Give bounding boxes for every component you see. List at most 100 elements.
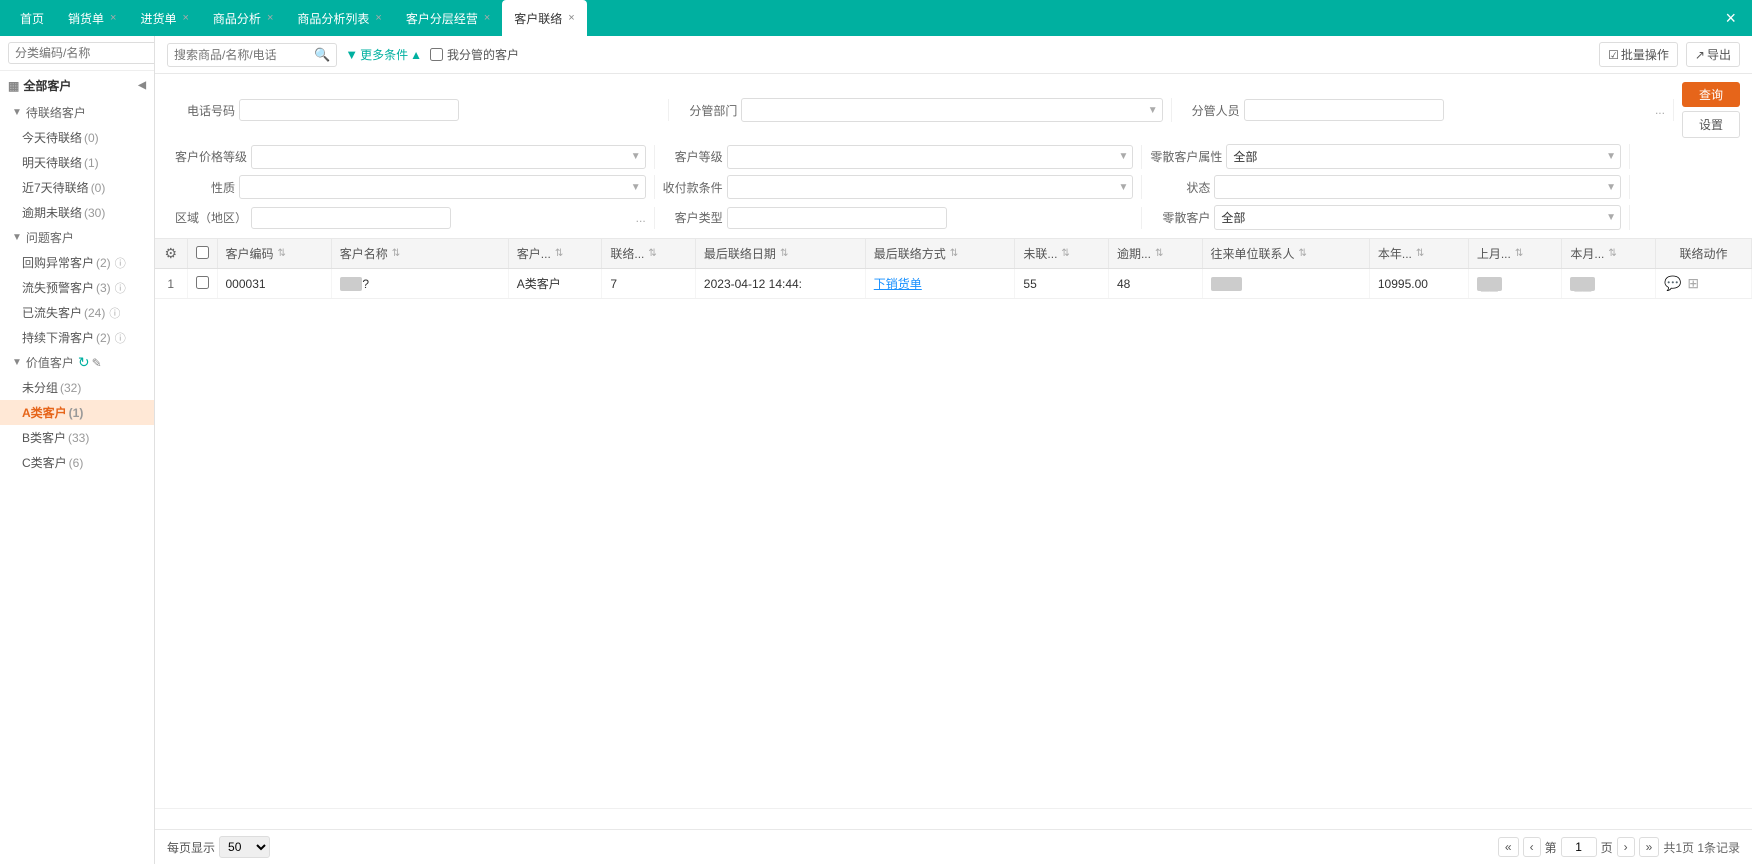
close-icon[interactable]: ×: [484, 12, 490, 24]
sidebar-item-declining[interactable]: 持续下滑客户(2)ⓘ: [0, 325, 154, 350]
sort-icon[interactable]: ⇅: [392, 248, 400, 259]
sort-icon[interactable]: ⇅: [1608, 248, 1616, 259]
th-overdue[interactable]: 逾期...⇅: [1108, 239, 1202, 269]
nav-product-analysis[interactable]: 商品分析 ×: [201, 0, 285, 36]
value-customers-group[interactable]: ▼ 价值客户 ↻ ✎: [0, 350, 154, 375]
th-contact-count[interactable]: 联络...⇅: [602, 239, 696, 269]
customer-level-select[interactable]: ▼: [727, 145, 1134, 169]
last-page-btn[interactable]: »: [1639, 837, 1660, 857]
close-icon[interactable]: ×: [182, 12, 188, 24]
close-icon[interactable]: ×: [568, 12, 574, 24]
customer-type-input[interactable]: [727, 207, 947, 229]
th-checkbox[interactable]: [187, 239, 217, 269]
sidebar-item-abnormal[interactable]: 回购异常客户(2)ⓘ: [0, 250, 154, 275]
nav-home[interactable]: 首页: [8, 0, 56, 36]
close-icon[interactable]: ×: [375, 12, 381, 24]
phone-input[interactable]: [239, 99, 459, 121]
sort-icon[interactable]: ⇅: [1515, 248, 1523, 259]
th-this-year[interactable]: 本年...⇅: [1369, 239, 1468, 269]
close-icon[interactable]: ×: [110, 12, 116, 24]
sidebar-item-today[interactable]: 今天待联络(0): [0, 125, 154, 150]
info-icon[interactable]: ⓘ: [115, 255, 126, 271]
th-last-date[interactable]: 最后联络日期⇅: [695, 239, 865, 269]
row-checkbox-cell[interactable]: [187, 269, 217, 299]
row-checkbox[interactable]: [196, 276, 209, 289]
nav-customer-contact[interactable]: 客户联络 ×: [502, 0, 586, 36]
close-icon[interactable]: ×: [267, 12, 273, 24]
sidebar-item-7days[interactable]: 近7天待联络(0): [0, 175, 154, 200]
next-page-btn[interactable]: ›: [1617, 837, 1635, 857]
nav-sales[interactable]: 销货单 ×: [56, 0, 128, 36]
select-all-checkbox[interactable]: [196, 246, 209, 259]
search-icon[interactable]: 🔍: [314, 47, 330, 63]
th-this-month[interactable]: 本月...⇅: [1562, 239, 1656, 269]
batch-op-btn[interactable]: ☑ 批量操作: [1599, 42, 1678, 67]
manager-input[interactable]: [1244, 99, 1444, 121]
sort-icon[interactable]: ⇅: [278, 248, 286, 259]
sidebar-item-churn-warning[interactable]: 流失预警客户(3)ⓘ: [0, 275, 154, 300]
edit-icon[interactable]: ✎: [92, 356, 102, 370]
sidebar-item-unclassified[interactable]: 未分组(32): [0, 375, 154, 400]
region-more-icon[interactable]: ...: [636, 211, 646, 225]
info-icon[interactable]: ⓘ: [115, 280, 126, 296]
sort-icon[interactable]: ⇅: [555, 248, 563, 259]
retail-attr-select[interactable]: 全部 ▼: [1226, 144, 1621, 169]
sidebar-item-tomorrow[interactable]: 明天待联络(1): [0, 150, 154, 175]
sort-icon[interactable]: ⇅: [1061, 248, 1069, 259]
horizontal-scrollbar[interactable]: [155, 808, 1752, 829]
problem-customers-group[interactable]: ▼ 问题客户: [0, 225, 154, 250]
my-customers-filter[interactable]: 我分管的客户: [430, 46, 519, 63]
th-last-method[interactable]: 最后联络方式⇅: [865, 239, 1015, 269]
sidebar-item-overdue[interactable]: 逾期未联络(30): [0, 200, 154, 225]
sidebar-search-input[interactable]: [8, 42, 155, 64]
collapse-icon[interactable]: ◀: [138, 80, 146, 91]
nav-product-analysis-list[interactable]: 商品分析列表 ×: [285, 0, 393, 36]
my-customers-checkbox[interactable]: [430, 48, 443, 61]
page-size-select[interactable]: 50 20 100: [219, 836, 270, 858]
th-gear[interactable]: ⚙: [155, 239, 187, 269]
more-filter-btn[interactable]: ▼ 更多条件 ▲: [345, 46, 422, 63]
th-code[interactable]: 客户编码⇅: [217, 239, 331, 269]
th-contacts[interactable]: 往来单位联系人⇅: [1202, 239, 1369, 269]
filter-search-input[interactable]: [174, 48, 314, 62]
th-type[interactable]: 客户...⇅: [508, 239, 602, 269]
region-input[interactable]: [251, 207, 451, 229]
more-options-icon[interactable]: ...: [1655, 103, 1665, 117]
sidebar-item-churned[interactable]: 已流失客户(24)ⓘ: [0, 300, 154, 325]
sort-icon[interactable]: ⇅: [780, 248, 788, 259]
sidebar-item-c-class[interactable]: C类客户(6): [0, 450, 154, 475]
retail-customer-select[interactable]: 全部 ▼: [1214, 205, 1621, 230]
sidebar-item-b-class[interactable]: B类客户(33): [0, 425, 154, 450]
page-input[interactable]: [1561, 837, 1597, 857]
customer-name[interactable]: Ea?: [331, 269, 508, 299]
first-page-btn[interactable]: «: [1498, 837, 1519, 857]
th-uncontacted[interactable]: 未联...⇅: [1015, 239, 1109, 269]
query-btn[interactable]: 查询: [1682, 82, 1740, 107]
nav-customer-segment[interactable]: 客户分层经营 ×: [394, 0, 502, 36]
th-name[interactable]: 客户名称⇅: [331, 239, 508, 269]
price-level-select[interactable]: ▼: [251, 145, 646, 169]
dept-select[interactable]: ▼: [741, 98, 1162, 122]
nav-purchase[interactable]: 进货单 ×: [128, 0, 200, 36]
info-icon[interactable]: ⓘ: [115, 330, 126, 346]
sort-icon[interactable]: ⇅: [1416, 248, 1424, 259]
sort-icon[interactable]: ⇅: [648, 248, 656, 259]
all-customers-header[interactable]: ▦ 全部客户 ◀: [0, 71, 154, 100]
export-btn[interactable]: ↗ 导出: [1686, 42, 1740, 67]
th-last-month[interactable]: 上月...⇅: [1468, 239, 1562, 269]
prev-page-btn[interactable]: ‹: [1523, 837, 1541, 857]
qr-icon[interactable]: ⊞: [1687, 275, 1699, 292]
sidebar-item-a-class[interactable]: A类客户(1): [0, 400, 154, 425]
status-select[interactable]: ▼: [1214, 175, 1621, 199]
last-contact-method[interactable]: 下销货单: [865, 269, 1015, 299]
sort-icon[interactable]: ⇅: [1299, 248, 1307, 259]
message-icon[interactable]: 💬: [1664, 275, 1681, 292]
gear-icon[interactable]: ⚙: [164, 245, 177, 261]
info-icon[interactable]: ⓘ: [109, 305, 120, 321]
refresh-icon[interactable]: ↻: [78, 354, 90, 371]
payment-select[interactable]: ▼: [727, 175, 1134, 199]
nature-select[interactable]: ▼: [239, 175, 646, 199]
settings-btn[interactable]: 设置: [1682, 111, 1740, 138]
sort-icon[interactable]: ⇅: [1155, 248, 1163, 259]
sort-icon[interactable]: ⇅: [950, 248, 958, 259]
